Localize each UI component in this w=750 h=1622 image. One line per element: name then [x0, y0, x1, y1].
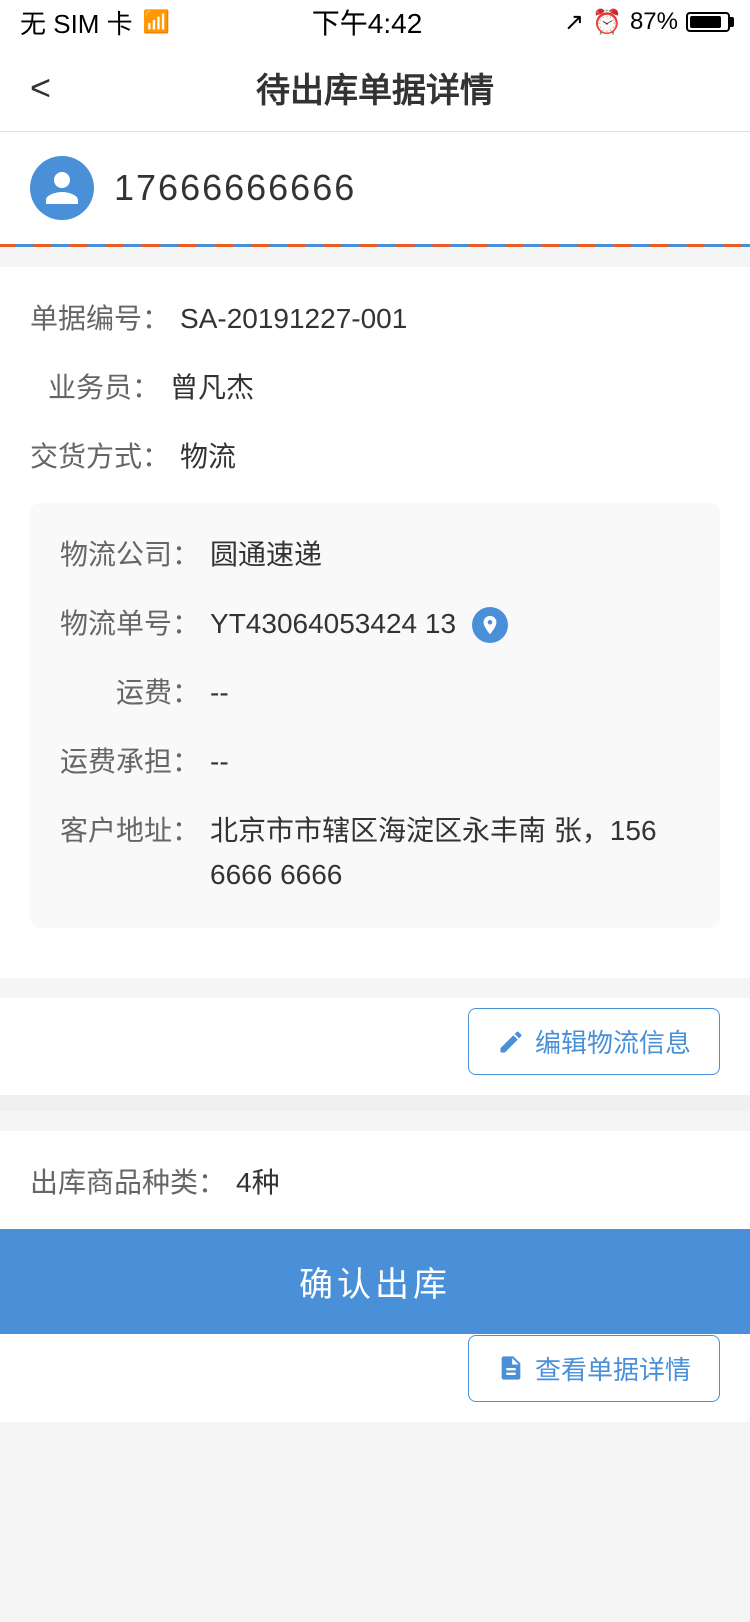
delivery-method-label: 交货方式： — [30, 435, 180, 480]
logistics-company-label: 物流公司： — [60, 533, 210, 578]
edit-icon — [497, 1028, 525, 1056]
status-time: 下午4:42 — [312, 2, 423, 42]
sales-person-value: 曾凡杰 — [170, 366, 720, 411]
order-info-section: 单据编号： SA-20191227-001 业务员： 曾凡杰 交货方式： 物流 … — [0, 267, 750, 978]
confirm-btn-area[interactable]: 确认出库 — [0, 1229, 750, 1334]
battery-fill — [690, 16, 721, 28]
back-button[interactable]: < — [30, 67, 51, 109]
battery-icon — [686, 12, 730, 32]
user-header: 17666666666 — [0, 132, 750, 247]
tracking-number-label: 物流单号： — [60, 602, 210, 647]
freight-bearer-row: 运费承担： -- — [60, 740, 690, 785]
goods-types-label: 出库商品种类： — [30, 1161, 236, 1206]
sales-person-label: 业务员： — [30, 366, 170, 411]
freight-row: 运费： -- — [60, 671, 690, 716]
carrier-label: 无 SIM 卡 — [20, 4, 133, 41]
address-label: 客户地址： — [60, 809, 210, 854]
edit-btn-row: 编辑物流信息 — [0, 998, 750, 1095]
bottom-spacer — [0, 1422, 750, 1622]
tracking-location-icon[interactable] — [472, 607, 508, 643]
wifi-icon: 📶 — [143, 9, 170, 35]
view-detail-btn-row: 查看单据详情 — [0, 1325, 750, 1422]
location-status-icon: ↗ — [564, 8, 584, 37]
view-detail-button[interactable]: 查看单据详情 — [468, 1335, 720, 1402]
document-number-row: 单据编号： SA-20191227-001 — [30, 297, 720, 342]
document-number-label: 单据编号： — [30, 297, 180, 342]
avatar — [30, 156, 94, 220]
logistics-card: 物流公司： 圆通速递 物流单号： YT43064053424 13 运费： --… — [30, 503, 720, 928]
alarm-icon: ⏰ — [592, 8, 622, 37]
document-icon — [497, 1354, 525, 1382]
edit-logistics-button[interactable]: 编辑物流信息 — [468, 1008, 720, 1075]
edit-logistics-label: 编辑物流信息 — [535, 1023, 691, 1060]
logistics-company-value: 圆通速递 — [210, 533, 690, 578]
map-pin-icon — [479, 614, 501, 636]
freight-value: -- — [210, 671, 690, 716]
goods-types-row: 出库商品种类： 4种 — [30, 1161, 720, 1206]
logistics-company-row: 物流公司： 圆通速递 — [60, 533, 690, 578]
address-value: 北京市市辖区海淀区永丰南 张，156 6666 6666 — [210, 809, 690, 899]
page-title: 待出库单据详情 — [256, 63, 494, 112]
sales-person-row: 业务员： 曾凡杰 — [30, 366, 720, 411]
freight-bearer-label: 运费承担： — [60, 740, 210, 785]
freight-bearer-value: -- — [210, 740, 690, 785]
freight-label: 运费： — [60, 671, 210, 716]
nav-bar: < 待出库单据详情 — [0, 44, 750, 132]
status-bar: 无 SIM 卡 📶 下午4:42 ↗ ⏰ 87% — [0, 0, 750, 44]
battery-percent: 87% — [630, 8, 678, 36]
document-number-value: SA-20191227-001 — [180, 297, 720, 342]
address-row: 客户地址： 北京市市辖区海淀区永丰南 张，156 6666 6666 — [60, 809, 690, 899]
goods-types-value: 4种 — [236, 1161, 720, 1206]
status-left: 无 SIM 卡 📶 — [20, 4, 170, 41]
status-right: ↗ ⏰ 87% — [564, 8, 730, 37]
confirm-btn-text: 确认出库 — [299, 1266, 451, 1304]
tracking-number-row: 物流单号： YT43064053424 13 — [60, 602, 690, 647]
delivery-method-value: 物流 — [180, 435, 720, 480]
user-phone: 17666666666 — [114, 167, 356, 209]
view-detail-label: 查看单据详情 — [535, 1350, 691, 1387]
section-divider — [0, 1095, 750, 1111]
delivery-method-row: 交货方式： 物流 — [30, 435, 720, 480]
tracking-number-value: YT43064053424 13 — [210, 602, 690, 647]
user-avatar-icon — [42, 168, 82, 208]
